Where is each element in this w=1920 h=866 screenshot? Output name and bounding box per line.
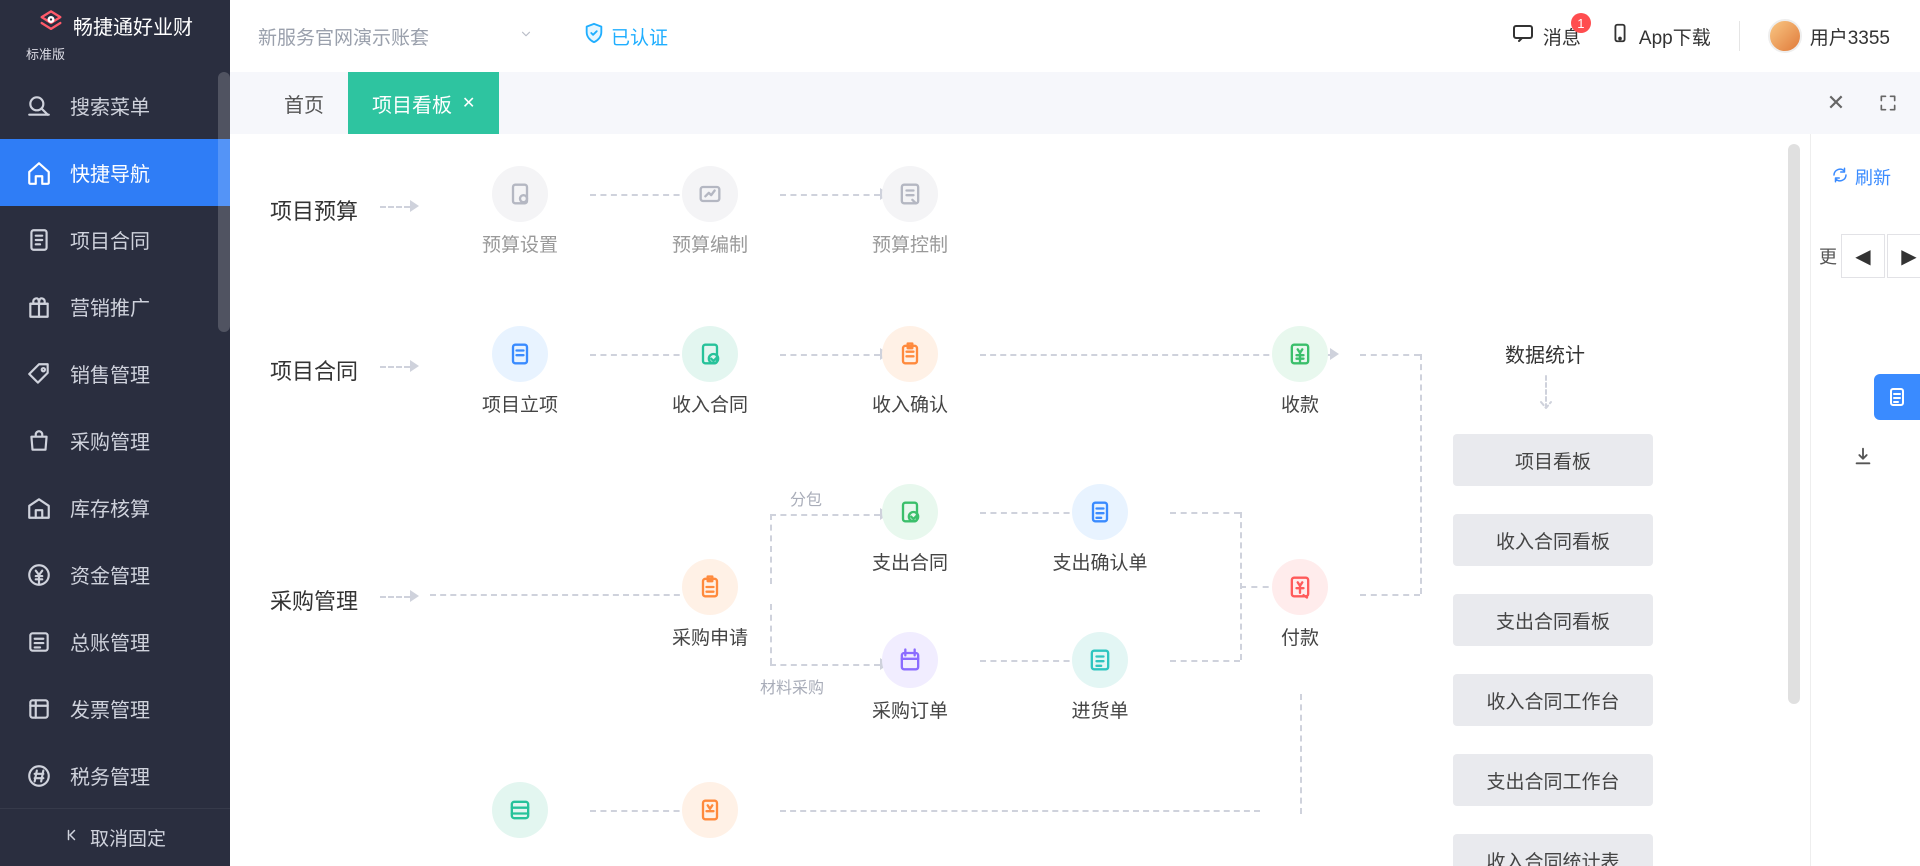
step-purchase-order[interactable]: 采购订单 — [850, 632, 970, 723]
tag-icon — [26, 361, 52, 387]
sidebar-item-invoice[interactable]: 发票管理 — [0, 675, 230, 742]
shield-icon — [583, 22, 605, 50]
arrow-down-icon — [1537, 374, 1555, 419]
stats-btn-income-workbench[interactable]: 收入合同工作台 — [1453, 674, 1653, 726]
branch-label-material: 材料采购 — [760, 674, 824, 698]
messages-badge: 1 — [1571, 13, 1591, 33]
logo-icon — [37, 9, 65, 42]
chevron-down-icon — [519, 25, 533, 47]
tab-project-board[interactable]: 项目看板 ✕ — [348, 72, 499, 134]
row-label-purchase: 采购管理 — [270, 584, 358, 616]
unpin-button[interactable]: 取消固定 — [0, 808, 230, 866]
step-payment[interactable]: 付款 — [1240, 559, 1360, 650]
sidebar-scrollbar[interactable] — [218, 72, 230, 332]
main-scrollbar[interactable] — [1788, 144, 1800, 704]
close-icon[interactable]: ✕ — [462, 93, 475, 113]
stats-btn-project-board[interactable]: 项目看板 — [1453, 434, 1653, 486]
bag-icon — [26, 428, 52, 454]
divider — [1739, 21, 1740, 51]
verified-badge: 已认证 — [583, 22, 668, 50]
ledger-icon — [26, 629, 52, 655]
document-icon — [26, 227, 52, 253]
stats-title: 数据统计 — [1505, 339, 1585, 368]
step-income-contract[interactable]: 收入合同 — [650, 326, 770, 417]
prev-button[interactable]: ◀ — [1841, 234, 1885, 278]
step-expense-contract[interactable]: 支出合同 — [850, 484, 970, 575]
step-receipt[interactable]: 收款 — [1240, 326, 1360, 417]
step-expense-confirm[interactable]: 支出确认单 — [1040, 484, 1160, 575]
sidebar-item-quicknav[interactable]: 快捷导航 — [0, 139, 230, 206]
app-edition: 标准版 — [26, 44, 65, 63]
step-goods-receipt[interactable]: 进货单 — [1040, 632, 1160, 723]
row-label-budget: 项目预算 — [270, 194, 358, 226]
step-purchase-request[interactable]: 采购申请 — [650, 559, 770, 650]
avatar-icon — [1768, 19, 1802, 53]
collapse-icon — [64, 826, 82, 850]
row-label-contract: 项目合同 — [270, 354, 358, 386]
sidebar-item-sales[interactable]: 销售管理 — [0, 340, 230, 407]
sidebar-item-tax[interactable]: 税务管理 — [0, 742, 230, 808]
user-menu[interactable]: 用户3355 — [1768, 19, 1890, 53]
gift-icon — [26, 294, 52, 320]
sidebar-item-marketing[interactable]: 营销推广 — [0, 273, 230, 340]
sidebar-item-project-contract[interactable]: 项目合同 — [0, 206, 230, 273]
fullscreen-button[interactable] — [1866, 81, 1910, 125]
app-logo-area: 畅捷通好业财 标准版 — [0, 0, 230, 72]
warehouse-icon — [26, 495, 52, 521]
float-doc-button[interactable] — [1874, 374, 1920, 420]
step-extra-1[interactable] — [460, 782, 580, 838]
sidebar-item-inventory[interactable]: 库存核算 — [0, 474, 230, 541]
next-button[interactable]: ▶ — [1887, 234, 1920, 278]
account-selector-label: 新服务官网演示账套 — [258, 23, 429, 50]
search-icon — [26, 93, 52, 119]
more-label: 更 — [1819, 243, 1837, 269]
step-extra-2[interactable] — [650, 782, 770, 838]
stats-btn-income-contract-board[interactable]: 收入合同看板 — [1453, 514, 1653, 566]
tab-home[interactable]: 首页 — [260, 72, 348, 134]
step-budget-setting[interactable]: 预算设置 — [460, 166, 580, 257]
sidebar-item-purchase[interactable]: 采购管理 — [0, 407, 230, 474]
messages-button[interactable]: 消息 1 — [1511, 21, 1581, 51]
account-selector[interactable]: 新服务官网演示账套 — [258, 23, 533, 50]
stats-btn-expense-workbench[interactable]: 支出合同工作台 — [1453, 754, 1653, 806]
step-project-init[interactable]: 项目立项 — [460, 326, 580, 417]
stats-btn-income-stats[interactable]: 收入合同统计表 — [1453, 834, 1653, 866]
stats-btn-expense-contract-board[interactable]: 支出合同看板 — [1453, 594, 1653, 646]
home-icon — [26, 160, 52, 186]
step-budget-control[interactable]: 预算控制 — [850, 166, 970, 257]
download-button[interactable] — [1841, 434, 1885, 478]
chat-icon — [1511, 21, 1535, 51]
tab-close-all-button[interactable]: ✕ — [1814, 81, 1858, 125]
app-name: 畅捷通好业财 — [73, 11, 193, 40]
refresh-button[interactable]: 刷新 — [1831, 164, 1891, 190]
branch-label-subcontract: 分包 — [790, 486, 822, 510]
tax-icon — [26, 763, 52, 789]
sidebar-item-finance[interactable]: 资金管理 — [0, 541, 230, 608]
refresh-icon — [1831, 166, 1849, 189]
step-income-confirm[interactable]: 收入确认 — [850, 326, 970, 417]
app-download-button[interactable]: App下载 — [1609, 21, 1711, 51]
mobile-icon — [1609, 21, 1631, 51]
invoice-icon — [26, 696, 52, 722]
sidebar-item-search[interactable]: 搜索菜单 — [0, 72, 230, 139]
sidebar-item-ledger[interactable]: 总账管理 — [0, 608, 230, 675]
step-budget-compile[interactable]: 预算编制 — [650, 166, 770, 257]
money-icon — [26, 562, 52, 588]
